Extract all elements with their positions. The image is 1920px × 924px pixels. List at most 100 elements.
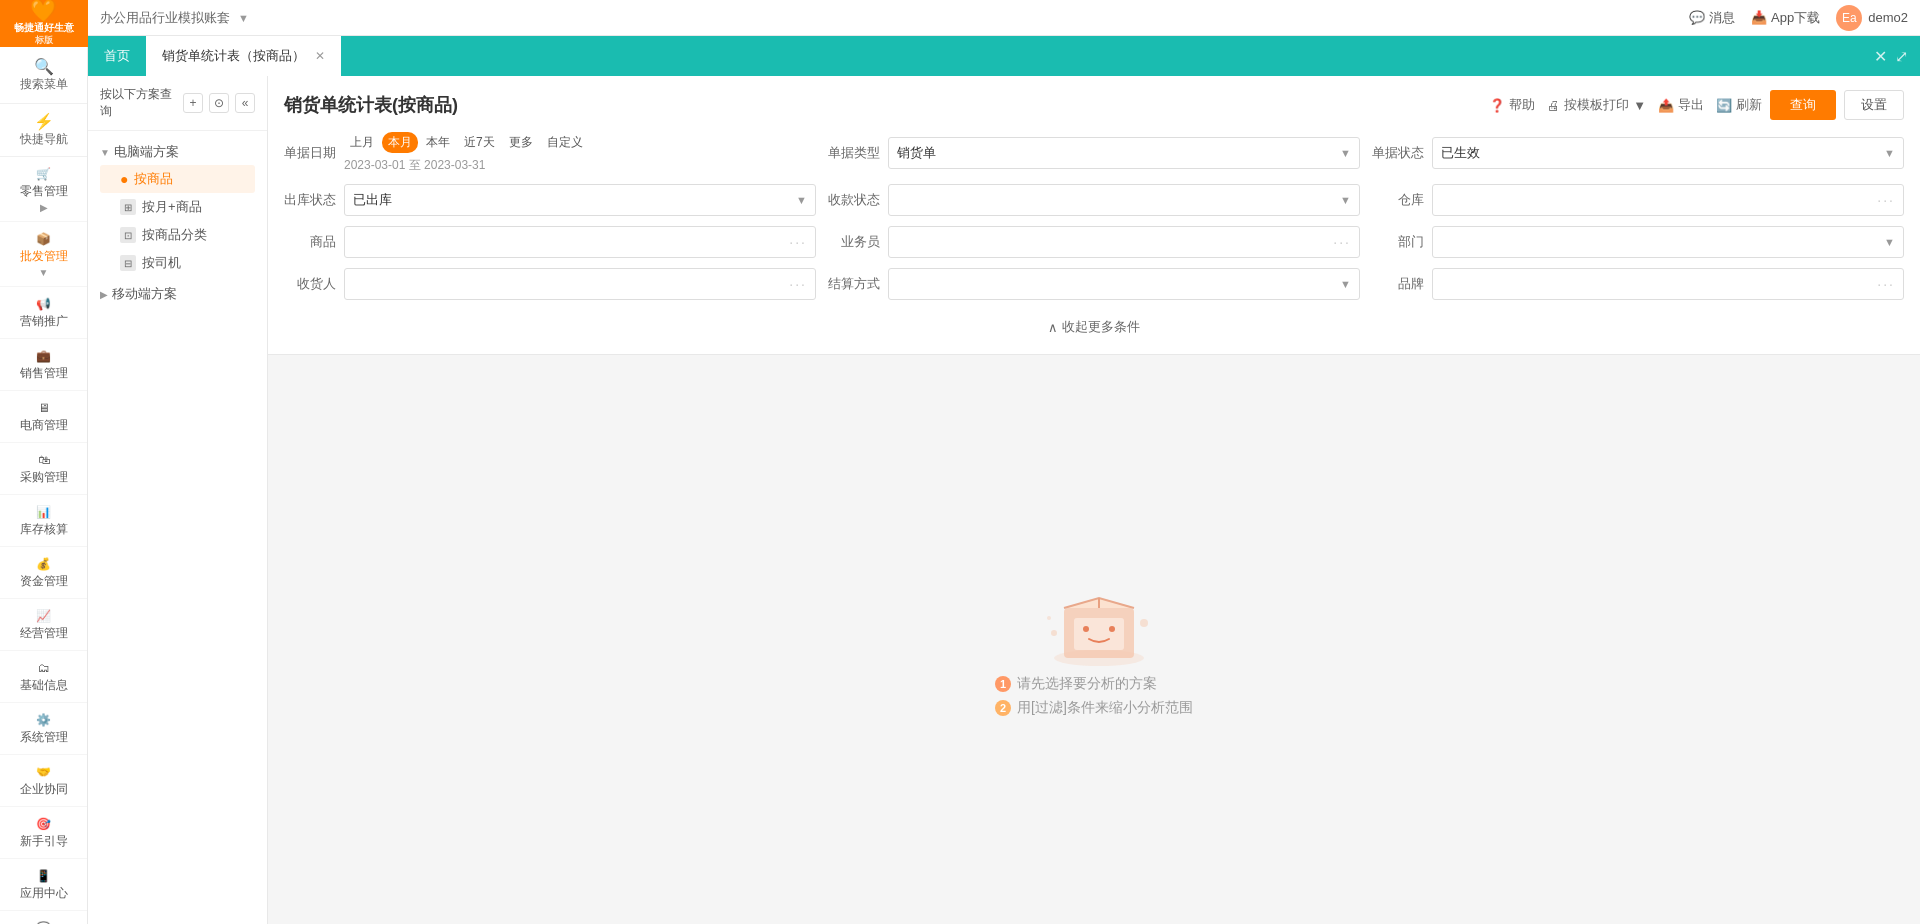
sidebar-item-ecommerce[interactable]: 🖥 电商管理: [0, 391, 87, 443]
filter-warehouse: 仓库 ···: [1372, 184, 1904, 216]
sidebar-item-wechat[interactable]: 💬 企业微信: [0, 911, 87, 924]
date-tab-custom[interactable]: 自定义: [541, 132, 589, 153]
sidebar-item-newbie[interactable]: 🎯 新手引导: [0, 807, 87, 859]
maximize-icon[interactable]: ⤢: [1895, 47, 1908, 66]
topbar-right: 💬 消息 📥 App下载 Ea demo2: [1689, 5, 1908, 31]
status-dropdown[interactable]: 已生效 ▼: [1432, 137, 1904, 169]
expand-icon: ▼: [100, 147, 110, 158]
collapse-up-icon: ∧: [1048, 320, 1058, 335]
help-button[interactable]: ❓ 帮助: [1489, 96, 1535, 114]
sidebar-item-basic[interactable]: 🗂 基础信息: [0, 651, 87, 703]
refresh-icon: 🔄: [1716, 98, 1732, 113]
tab-home[interactable]: 首页: [88, 36, 146, 76]
warehouse-dots-icon: ···: [1877, 192, 1895, 208]
consignee-input[interactable]: ···: [344, 268, 816, 300]
app-download-button[interactable]: 📥 App下载: [1751, 9, 1820, 27]
edit-scheme-button[interactable]: ⊙: [209, 93, 229, 113]
right-panel: 销货单统计表(按商品) ❓ 帮助 🖨 按模板打印 ▼ 📤: [268, 76, 1920, 924]
date-tab-this-year[interactable]: 本年: [420, 132, 456, 153]
query-button[interactable]: 查询: [1770, 90, 1836, 120]
sidebar-item-purchase[interactable]: 🛍 采购管理: [0, 443, 87, 495]
logo: 🧡 畅捷通好生意 标版: [0, 0, 88, 47]
scheme-item-by-product[interactable]: ● 按商品: [100, 165, 255, 193]
dropdown-chevron-icon[interactable]: ▼: [238, 12, 249, 24]
svg-point-6: [1140, 619, 1148, 627]
tab-close-icon[interactable]: ✕: [315, 49, 325, 63]
filter-rows: 单据日期 上月 本月 本年 近7天 更多 自定义 2023-03-01 至 20…: [284, 132, 1904, 340]
scheme-header: 按以下方案查询 + ⊙ «: [88, 76, 267, 131]
salesperson-input[interactable]: ···: [888, 226, 1360, 258]
date-tab-this-month[interactable]: 本月: [382, 132, 418, 153]
filter-salesperson: 业务员 ···: [828, 226, 1360, 258]
sidebar-item-apps[interactable]: 📱 应用中心: [0, 859, 87, 911]
sidebar-item-inventory[interactable]: 📊 库存核算: [0, 495, 87, 547]
date-tab-7days[interactable]: 近7天: [458, 132, 501, 153]
out-label: 出库状态: [284, 191, 336, 209]
date-tab-last-month[interactable]: 上月: [344, 132, 380, 153]
filter-actions: ❓ 帮助 🖨 按模板打印 ▼ 📤 导出 🔄: [1489, 96, 1762, 114]
scheme-item-by-month-product[interactable]: ⊞ 按月+商品: [100, 193, 255, 221]
tip2-dot: 2: [995, 700, 1011, 716]
sidebar-item-retail[interactable]: 🛒 零售管理 ▶: [0, 157, 87, 222]
settlement-dropdown[interactable]: ▼: [888, 268, 1360, 300]
topbar-left: 办公用品行业模拟账套 ▼: [100, 9, 249, 27]
logo-text: 畅捷通好生意: [14, 22, 74, 34]
message-button[interactable]: 💬 消息: [1689, 9, 1735, 27]
user-info[interactable]: Ea demo2: [1836, 5, 1908, 31]
filter-row-2: 出库状态 已出库 ▼ 收款状态 ▼ 仓库: [284, 184, 1904, 216]
brand-input[interactable]: ···: [1432, 268, 1904, 300]
collapse-scheme-button[interactable]: «: [235, 93, 255, 113]
filter-out-status: 出库状态 已出库 ▼: [284, 184, 816, 216]
filter-date: 单据日期 上月 本月 本年 近7天 更多 自定义 2023-03-01 至 20…: [284, 132, 816, 174]
active-dot-icon: ●: [120, 171, 128, 187]
collapse-bar[interactable]: ∧ 收起更多条件: [284, 310, 1904, 340]
type-chevron-icon: ▼: [1340, 147, 1351, 159]
print-button[interactable]: 🖨 按模板打印 ▼: [1547, 96, 1646, 114]
sidebar-item-sales[interactable]: 💼 销售管理: [0, 339, 87, 391]
status-label: 单据状态: [1372, 144, 1424, 162]
refresh-button[interactable]: 🔄 刷新: [1716, 96, 1762, 114]
sidebar-item-system[interactable]: ⚙️ 系统管理: [0, 703, 87, 755]
warehouse-label: 仓库: [1372, 191, 1424, 209]
export-button[interactable]: 📤 导出: [1658, 96, 1704, 114]
desktop-scheme-group: ▼ 电脑端方案 ● 按商品 ⊞ 按月+商品 ⊡ 按商品分类 ⊟ 按司机: [100, 139, 255, 277]
scheme-item-by-machine[interactable]: ⊟ 按司机: [100, 249, 255, 277]
goods-input[interactable]: ···: [344, 226, 816, 258]
main-content: 按以下方案查询 + ⊙ « ▼ 电脑端方案 ● 按商品 ⊞ 按月+商品: [88, 76, 1920, 924]
sidebar-item-finance[interactable]: 💰 资金管理: [0, 547, 87, 599]
scheme-item-by-category[interactable]: ⊡ 按商品分类: [100, 221, 255, 249]
department-label: 部门: [1372, 233, 1424, 251]
add-scheme-button[interactable]: +: [183, 93, 203, 113]
quick-nav[interactable]: ⚡ 快捷导航: [0, 104, 87, 157]
tab-stats[interactable]: 销货单统计表（按商品） ✕: [146, 36, 341, 76]
dropdown-label[interactable]: 办公用品行业模拟账套: [100, 9, 230, 27]
date-tab-more[interactable]: 更多: [503, 132, 539, 153]
status-chevron-icon: ▼: [1884, 147, 1895, 159]
sidebar-item-marketing[interactable]: 📢 营销推广: [0, 287, 87, 339]
settings-button[interactable]: 设置: [1844, 90, 1904, 120]
search-menu[interactable]: 🔍 搜索菜单: [0, 47, 87, 104]
brand-label: 品牌: [1372, 275, 1424, 293]
desktop-scheme-header[interactable]: ▼ 电脑端方案: [100, 139, 255, 165]
collection-dropdown[interactable]: ▼: [888, 184, 1360, 216]
sidebar-item-operations[interactable]: 📈 经营管理: [0, 599, 87, 651]
type-dropdown[interactable]: 销货单 ▼: [888, 137, 1360, 169]
sidebar-item-enterprise[interactable]: 🤝 企业协同: [0, 755, 87, 807]
type-label: 单据类型: [828, 144, 880, 162]
out-dropdown[interactable]: 已出库 ▼: [344, 184, 816, 216]
chevron-right-icon: ▶: [40, 202, 48, 213]
logo-icon: 🧡: [30, 0, 57, 22]
mobile-scheme-header[interactable]: ▶ 移动端方案: [100, 281, 255, 307]
grid3-icon: ⊟: [120, 255, 136, 271]
sidebar: 🧡 畅捷通好生意 标版 🔍 搜索菜单 ⚡ 快捷导航 🛒 零售管理 ▶ 📦 批发管…: [0, 0, 88, 924]
filter-row-4: 收货人 ··· 结算方式 ▼ 品牌: [284, 268, 1904, 300]
help-icon: ❓: [1489, 98, 1505, 113]
grid-icon: ⊞: [120, 199, 136, 215]
department-dropdown[interactable]: ▼: [1432, 226, 1904, 258]
filter-status: 单据状态 已生效 ▼: [1372, 137, 1904, 169]
sidebar-item-wholesale[interactable]: 📦 批发管理 ▼: [0, 222, 87, 287]
warehouse-input[interactable]: ···: [1432, 184, 1904, 216]
minimize-icon[interactable]: ✕: [1874, 47, 1887, 66]
avatar: Ea: [1836, 5, 1862, 31]
department-chevron-icon: ▼: [1884, 236, 1895, 248]
